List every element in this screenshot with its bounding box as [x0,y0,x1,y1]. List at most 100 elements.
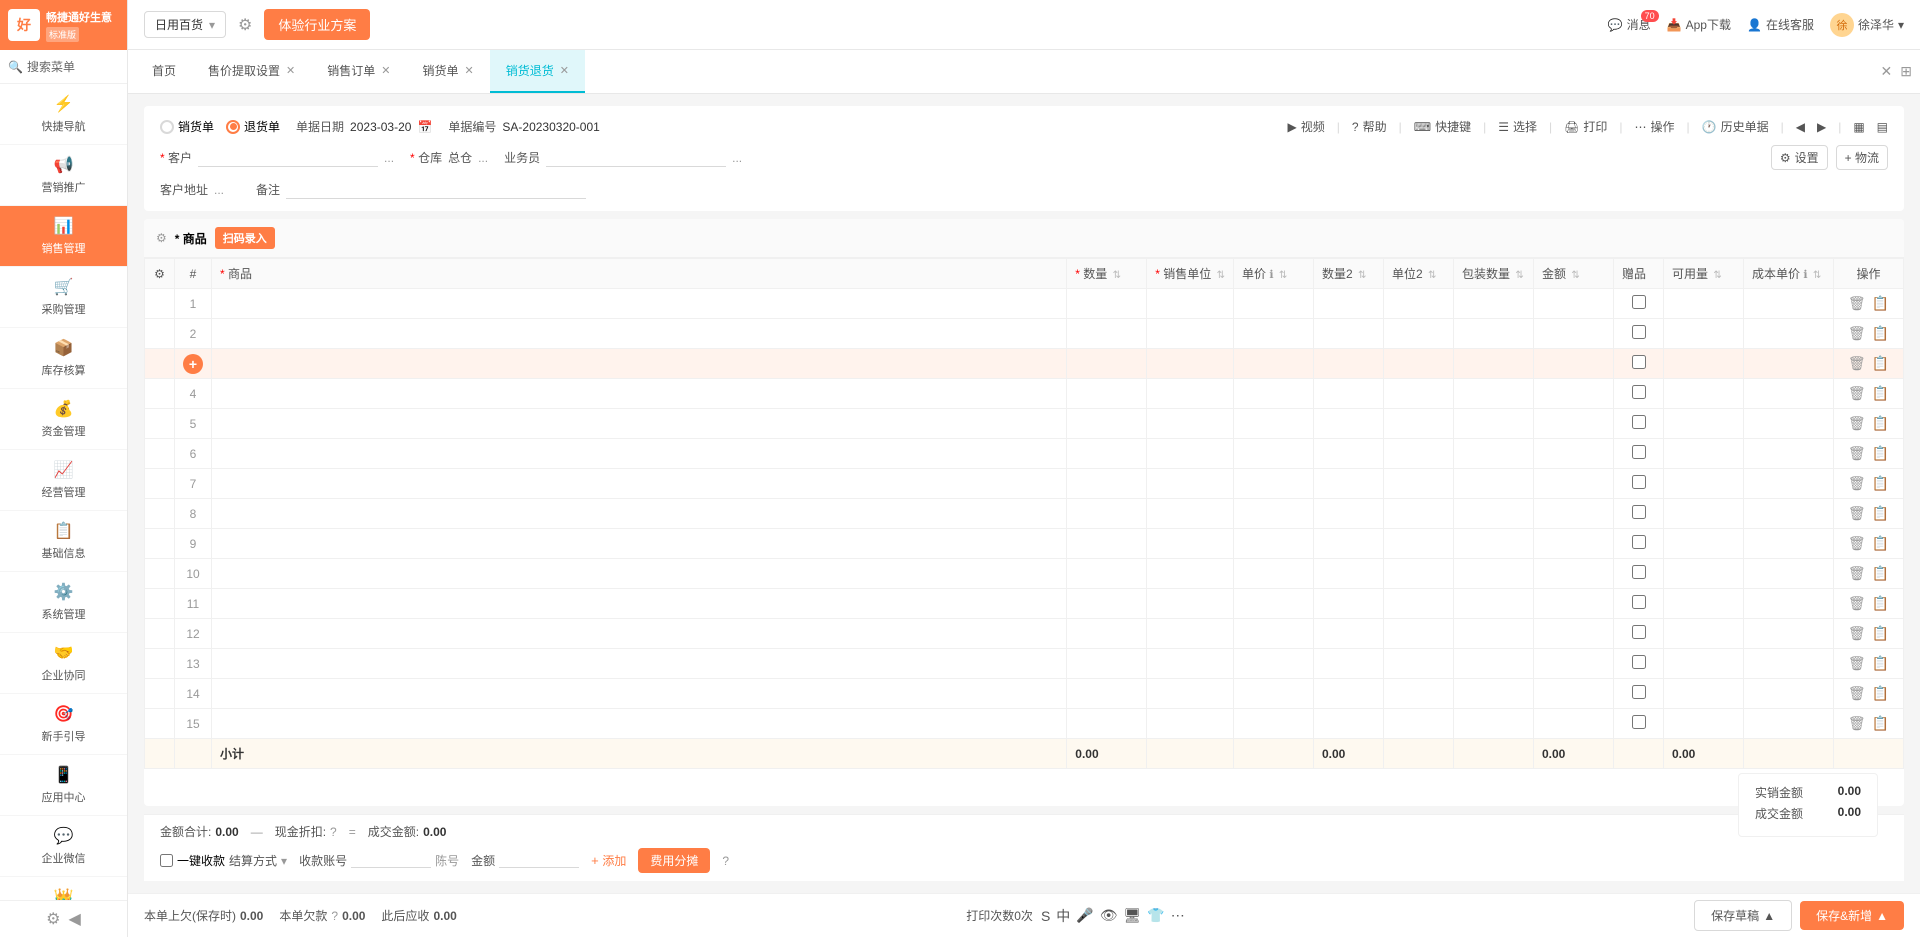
tab-sale-return[interactable]: 销货退货 ✕ [490,50,585,93]
delete-row-btn[interactable]: 🗑 [1848,475,1866,492]
sidebar-item-member[interactable]: 👑 畅会员 [0,877,127,900]
gift-checkbox[interactable] [1632,415,1646,429]
copy-row-btn[interactable]: 📋 [1872,625,1889,642]
copy-row-btn[interactable]: 📋 [1872,565,1889,582]
copy-row-btn[interactable]: 📋 [1872,475,1889,492]
delete-row-btn[interactable]: 🗑 [1848,625,1866,642]
sort-icon[interactable]: ⇅ [1515,270,1523,281]
copy-row-btn[interactable]: 📋 [1872,325,1889,342]
tab-close-icon[interactable]: ✕ [465,64,474,77]
sort-icon[interactable]: ⇅ [1217,270,1225,281]
copy-row-btn[interactable]: 📋 [1872,715,1889,732]
delete-row-btn[interactable]: 🗑 [1848,535,1866,552]
sidebar-item-system[interactable]: ⚙️ 系统管理 [0,572,127,633]
gift-checkbox[interactable] [1632,565,1646,579]
customer-input[interactable] [198,148,378,167]
product-input[interactable] [220,357,1058,371]
gift-checkbox[interactable] [1632,475,1646,489]
gift-checkbox[interactable] [1632,595,1646,609]
copy-row-btn[interactable]: 📋 [1872,685,1889,702]
more-icon[interactable]: ⋯ [1171,907,1185,924]
gift-checkbox[interactable] [1632,295,1646,309]
tab-sale-order[interactable]: 销售订单 ✕ [311,50,406,93]
next-icon[interactable]: ▶ [1817,120,1826,134]
delete-row-btn[interactable]: 🗑 [1848,445,1866,462]
tab-sale-out[interactable]: 销货单 ✕ [406,50,489,93]
sidebar-item-shortcut[interactable]: ⚡ 快捷导航 [0,84,127,145]
delete-row-btn[interactable]: 🗑 [1848,325,1866,342]
tab-close-icon[interactable]: ✕ [286,64,295,77]
settlement-arrow[interactable]: ▾ [281,854,287,868]
sort-icon[interactable]: ⇅ [1279,270,1287,281]
industry-select[interactable]: 日用百货 ▾ [144,11,226,38]
tshirt-icon[interactable]: 👕 [1147,907,1164,924]
gift-checkbox[interactable] [1632,625,1646,639]
toolbar-print[interactable]: 🖨 打印 [1564,118,1607,135]
delete-row-btn[interactable]: 🗑 [1848,415,1866,432]
copy-row-btn[interactable]: 📋 [1872,385,1889,402]
delete-row-btn[interactable]: 🗑 [1848,595,1866,612]
account-dots[interactable]: 陈号 [435,852,459,869]
delete-row-btn[interactable]: 🗑 [1848,715,1866,732]
sidebar-item-basic[interactable]: 📋 基础信息 [0,511,127,572]
delete-row-btn[interactable]: 🗑 [1848,565,1866,582]
toolbar-history[interactable]: 🕐 历史单据 [1702,118,1769,135]
logistics-btn[interactable]: + 物流 [1836,145,1888,170]
sidebar-item-finance[interactable]: 💰 资金管理 [0,389,127,450]
delete-row-btn[interactable]: 🗑 [1848,655,1866,672]
toolbar-help[interactable]: ? 帮助 [1352,118,1387,135]
add-payment-btn[interactable]: + 添加 [591,852,626,869]
toolbar-shortcut[interactable]: ⌨ 快捷键 [1414,118,1471,135]
copy-row-btn[interactable]: 📋 [1872,355,1889,372]
copy-row-btn[interactable]: 📋 [1872,415,1889,432]
copy-row-btn[interactable]: 📋 [1872,595,1889,612]
sidebar-item-guide[interactable]: 🎯 新手引导 [0,694,127,755]
trial-btn[interactable]: 体验行业方案 [264,9,370,40]
delete-row-btn[interactable]: 🗑 [1848,685,1866,702]
sort-icon[interactable]: ⇅ [1713,270,1721,281]
collapse-icon[interactable]: ◀ [69,909,81,929]
topbar-gear-icon[interactable]: ⚙ [238,15,252,35]
copy-row-btn[interactable]: 📋 [1872,445,1889,462]
calendar-icon[interactable]: 📅 [417,120,432,134]
toolbar-select[interactable]: ☰ 选择 [1498,118,1537,135]
gift-checkbox[interactable] [1632,325,1646,339]
delete-row-btn[interactable]: 🗑 [1848,295,1866,312]
online-service-btn[interactable]: 👤 在线客服 [1747,16,1814,33]
sort-icon[interactable]: ⇅ [1428,270,1436,281]
delete-row-btn[interactable]: 🗑 [1848,505,1866,522]
sort-icon[interactable]: ⇅ [1813,270,1821,281]
gift-checkbox[interactable] [1632,685,1646,699]
settings-icon[interactable]: ⚙ [46,909,60,929]
add-row-btn[interactable]: + [183,354,203,374]
tab-close-icon[interactable]: ✕ [381,64,390,77]
radio-return[interactable]: 退货单 [226,118,280,135]
expand-icon[interactable]: ⊞ [1900,63,1912,80]
remark-input[interactable] [286,180,586,199]
gift-checkbox[interactable] [1632,535,1646,549]
close-tab-icon[interactable]: ✕ [1881,63,1893,80]
sidebar-item-apps[interactable]: 📱 应用中心 [0,755,127,816]
app-download-btn[interactable]: 📥 App下载 [1667,16,1731,33]
tab-close-icon[interactable]: ✕ [560,64,569,77]
user-menu[interactable]: 徐 徐泽华 ▾ [1830,13,1904,37]
sort-icon[interactable]: ⇅ [1113,270,1121,281]
toolbar-video[interactable]: ▶ 视频 [1288,118,1325,135]
gift-checkbox[interactable] [1632,655,1646,669]
copy-row-btn[interactable]: 📋 [1872,655,1889,672]
gift-checkbox[interactable] [1632,355,1646,369]
gift-checkbox[interactable] [1632,715,1646,729]
message-btn[interactable]: 💬 消息 70 [1608,16,1651,33]
one-click-payment-checkbox[interactable] [160,854,173,867]
expense-btn[interactable]: 费用分摊 [638,848,710,873]
sidebar-item-inventory[interactable]: 📦 库存核算 [0,328,127,389]
sort-icon[interactable]: ⇅ [1571,270,1579,281]
account-input[interactable] [351,853,431,868]
sidebar-item-enterprise[interactable]: 🤝 企业协同 [0,633,127,694]
delete-row-btn[interactable]: 🗑 [1848,355,1866,372]
sidebar-item-operations[interactable]: 📈 经营管理 [0,450,127,511]
scan-btn[interactable]: 扫码录入 [215,227,275,249]
prev-icon[interactable]: ◀ [1796,120,1805,134]
customer-dots[interactable]: ... [384,151,394,165]
copy-row-btn[interactable]: 📋 [1872,295,1889,312]
